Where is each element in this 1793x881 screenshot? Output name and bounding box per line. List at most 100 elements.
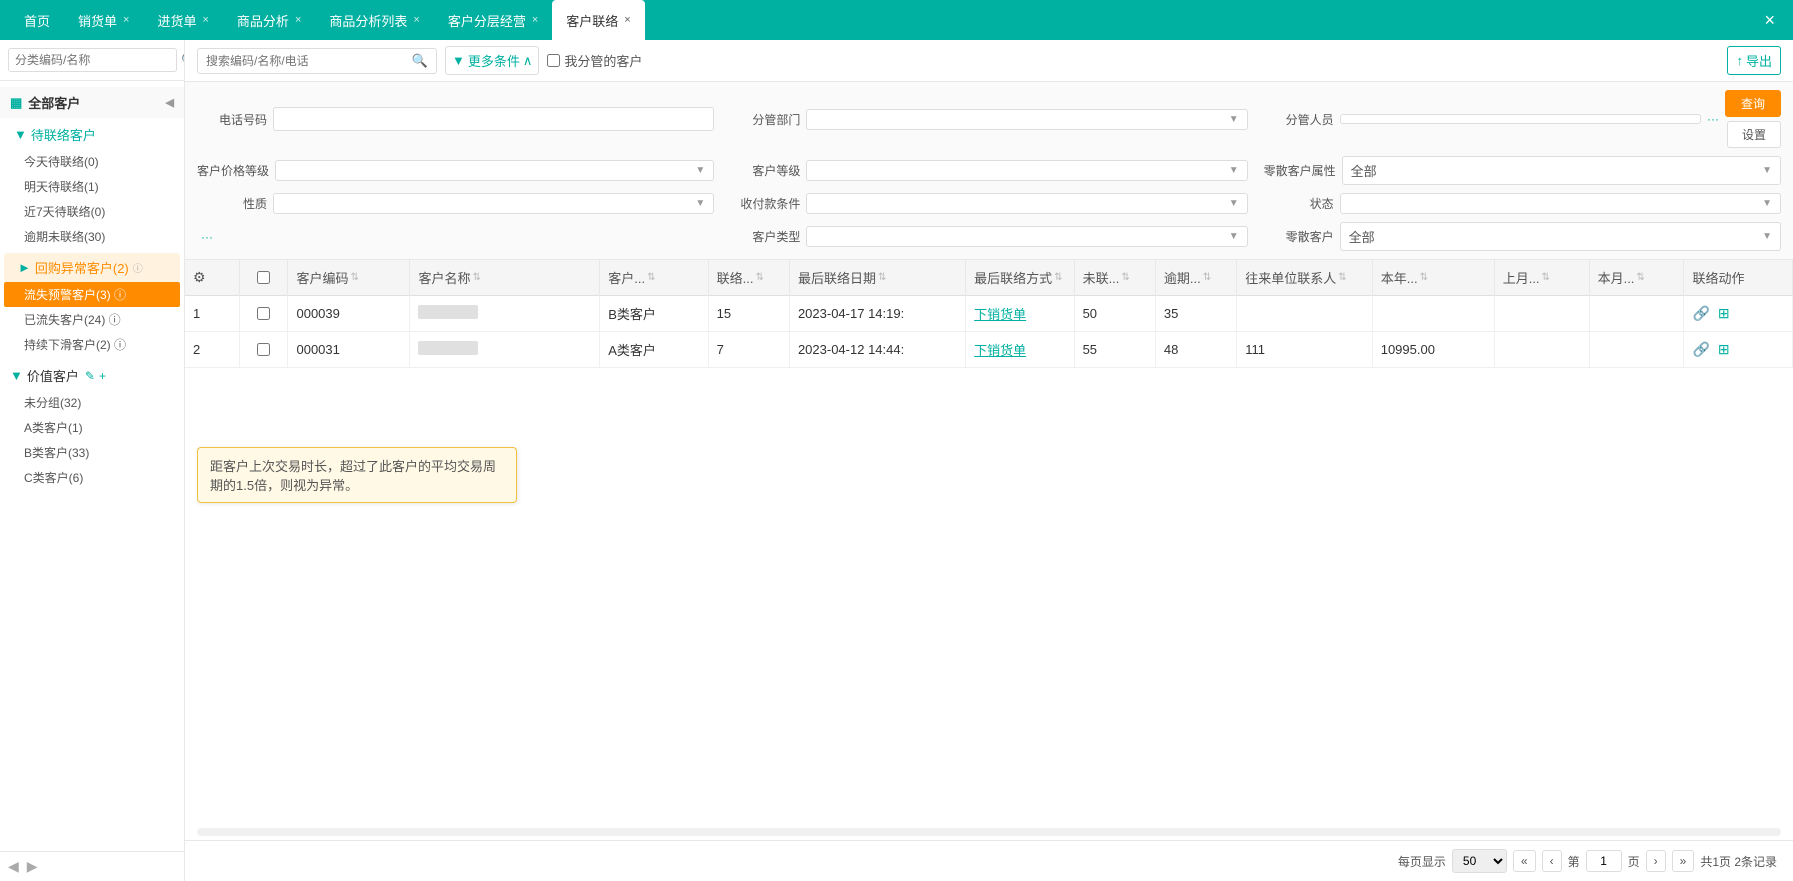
nature-select[interactable]: ▼ [273, 193, 714, 214]
last-page-btn[interactable]: » [1672, 850, 1695, 872]
retail-prop-select[interactable]: 全部 ▼ [1342, 156, 1781, 185]
nav-customer-contact[interactable]: 客户联络 × [552, 0, 644, 40]
sidebar-item-declining[interactable]: 持续下滑客户(2) ⓘ [0, 332, 184, 357]
row2-name [410, 332, 600, 368]
sort-name-icon[interactable]: ⇅ [472, 272, 480, 283]
settings-button[interactable]: 设置 [1727, 121, 1781, 148]
filter-row-4-col2: 客户类型 ▼ [730, 222, 1247, 251]
sidebar-item-loss-warning[interactable]: 流失预警客户(3) ⓘ [4, 282, 180, 307]
sort-last-month-icon[interactable]: ⇅ [1542, 272, 1550, 283]
export-btn[interactable]: ↑ 导出 [1727, 46, 1781, 75]
search-wrap: 🔍 [197, 48, 437, 74]
dept-select[interactable]: ▼ [806, 109, 1247, 130]
nav-product-analysis[interactable]: 商品分析 × [223, 0, 315, 40]
sidebar-item-class-c[interactable]: C类客户(6) [0, 465, 184, 490]
nav-sales-close[interactable]: × [123, 14, 129, 26]
add-icon[interactable]: + [99, 369, 106, 383]
nav-customer-tier-label: 客户分层经营 [448, 11, 526, 30]
status-label: 状态 [1264, 195, 1334, 212]
sidebar-item-class-a[interactable]: A类客户(1) [0, 415, 184, 440]
customer-type-select[interactable]: ▼ [806, 226, 1247, 247]
col-header-this-month: 本月... ⇅ [1589, 260, 1684, 296]
row1-link-icon[interactable]: 🔗 [1692, 305, 1709, 322]
nav-product-list[interactable]: 商品分析列表 × [315, 0, 433, 40]
sidebar-item-7days[interactable]: 近7天待联络(0) [0, 199, 184, 224]
nav-customer-contact-close[interactable]: × [624, 14, 630, 26]
query-button[interactable]: 查询 [1725, 90, 1781, 117]
sort-contact-icon[interactable]: ⇅ [755, 272, 763, 283]
nav-product-analysis-close[interactable]: × [295, 14, 301, 26]
status-select[interactable]: ▼ [1340, 193, 1781, 214]
sort-method-icon[interactable]: ⇅ [1054, 272, 1062, 283]
page-input[interactable] [1586, 850, 1622, 872]
prev-page-btn[interactable]: ‹ [1542, 850, 1562, 872]
sidebar-group-pending-title[interactable]: ▼ 待联络客户 [0, 120, 184, 149]
filter-row-2-col2: 客户等级 ▼ [730, 156, 1247, 185]
sidebar-collapse-icon[interactable]: ◀ [166, 96, 174, 109]
sort-type-icon[interactable]: ⇅ [647, 272, 655, 283]
sidebar-item-lost[interactable]: 已流失客户(24) ⓘ [0, 307, 184, 332]
select-all-checkbox[interactable] [257, 271, 270, 284]
sidebar-item-overdue[interactable]: 逾期未联络(30) [0, 224, 184, 249]
sort-overdue-icon[interactable]: ⇅ [1203, 272, 1211, 283]
main-layout: 🔍 ▦ 全部客户 ◀ ▼ 待联络客户 今天待联络(0) 明天待联络(1) 近7天… [0, 40, 1793, 881]
manager-select[interactable] [1340, 114, 1701, 124]
sort-person-icon[interactable]: ⇅ [1338, 272, 1346, 283]
row2-this-month [1589, 332, 1684, 368]
sort-year-icon[interactable]: ⇅ [1420, 272, 1428, 283]
row2-link-icon[interactable]: 🔗 [1692, 341, 1709, 358]
filter-search-icon[interactable]: 🔍 [412, 53, 428, 69]
window-close-icon[interactable]: × [1756, 10, 1783, 31]
sort-code-icon[interactable]: ⇅ [351, 272, 359, 283]
row2-grid-icon[interactable]: ⊞ [1718, 341, 1730, 358]
first-page-btn[interactable]: « [1513, 850, 1536, 872]
col-header-checkbox [239, 260, 288, 296]
manager-more-icon[interactable]: ··· [1707, 112, 1719, 126]
sidebar-item-class-b[interactable]: B类客户(33) [0, 440, 184, 465]
horizontal-scrollbar[interactable] [197, 828, 1781, 836]
row2-contact: 7 [708, 332, 789, 368]
table-settings-icon[interactable]: ⚙ [193, 269, 206, 285]
nav-product-list-close[interactable]: × [413, 14, 419, 26]
retail-customer-select[interactable]: 全部 ▼ [1340, 222, 1781, 251]
row1-grid-icon[interactable]: ⊞ [1718, 305, 1730, 322]
customer-grade-select[interactable]: ▼ [806, 160, 1247, 181]
sidebar-nav-next[interactable]: ▶ [27, 858, 38, 875]
row1-select[interactable] [257, 307, 270, 320]
next-page-btn[interactable]: › [1646, 850, 1666, 872]
per-page-select[interactable]: 50 20 100 [1452, 849, 1507, 873]
tooltip-trigger[interactable]: ··· [201, 230, 213, 244]
price-grade-select[interactable]: ▼ [275, 160, 714, 181]
more-conditions-btn[interactable]: ▼ 更多条件 ∧ [445, 46, 539, 75]
col-header-num: ⚙ [185, 260, 239, 296]
sort-this-month-icon[interactable]: ⇅ [1636, 272, 1644, 283]
nav-purchase[interactable]: 进货单 × [143, 0, 222, 40]
sidebar-search-input[interactable] [8, 48, 177, 72]
sidebar-group-value-title[interactable]: ▼ 价值客户 ✎ + [0, 361, 184, 390]
payment-select[interactable]: ▼ [806, 193, 1247, 214]
filter-row-4-col1: ··· 距客户上次交易时长，超过了此客户的平均交易周期的1.5倍，则视为异常。 [197, 222, 714, 251]
nav-sales[interactable]: 销货单 × [64, 0, 143, 40]
sidebar-item-today[interactable]: 今天待联络(0) [0, 149, 184, 174]
sort-pending-icon[interactable]: ⇅ [1121, 272, 1129, 283]
page-label: 第 [1568, 853, 1580, 870]
chevron-down-icon-2: ▼ [10, 368, 23, 383]
sidebar-all-customers[interactable]: ▦ 全部客户 ◀ [0, 87, 184, 118]
sidebar-nav-prev[interactable]: ◀ [8, 858, 19, 875]
sort-date-icon[interactable]: ⇅ [878, 272, 886, 283]
my-customers-checkbox[interactable] [547, 54, 560, 67]
row2-code: 000031 [288, 332, 410, 368]
phone-input[interactable] [273, 107, 714, 131]
nav-customer-tier[interactable]: 客户分层经营 × [434, 0, 552, 40]
nav-customer-tier-close[interactable]: × [532, 14, 538, 26]
sidebar-item-ungrouped[interactable]: 未分组(32) [0, 390, 184, 415]
nav-purchase-close[interactable]: × [202, 14, 208, 26]
sidebar-item-tomorrow[interactable]: 明天待联络(1) [0, 174, 184, 199]
row2-select[interactable] [257, 343, 270, 356]
search-input[interactable] [206, 54, 408, 68]
edit-icon[interactable]: ✎ [85, 369, 95, 383]
col-header-action: 联络动作 [1684, 260, 1793, 296]
nav-home[interactable]: 首页 [10, 0, 64, 40]
phone-label: 电话号码 [197, 111, 267, 128]
sidebar-group-repurchase-title[interactable]: ► 回购异常客户(2) ⓘ [4, 253, 180, 282]
